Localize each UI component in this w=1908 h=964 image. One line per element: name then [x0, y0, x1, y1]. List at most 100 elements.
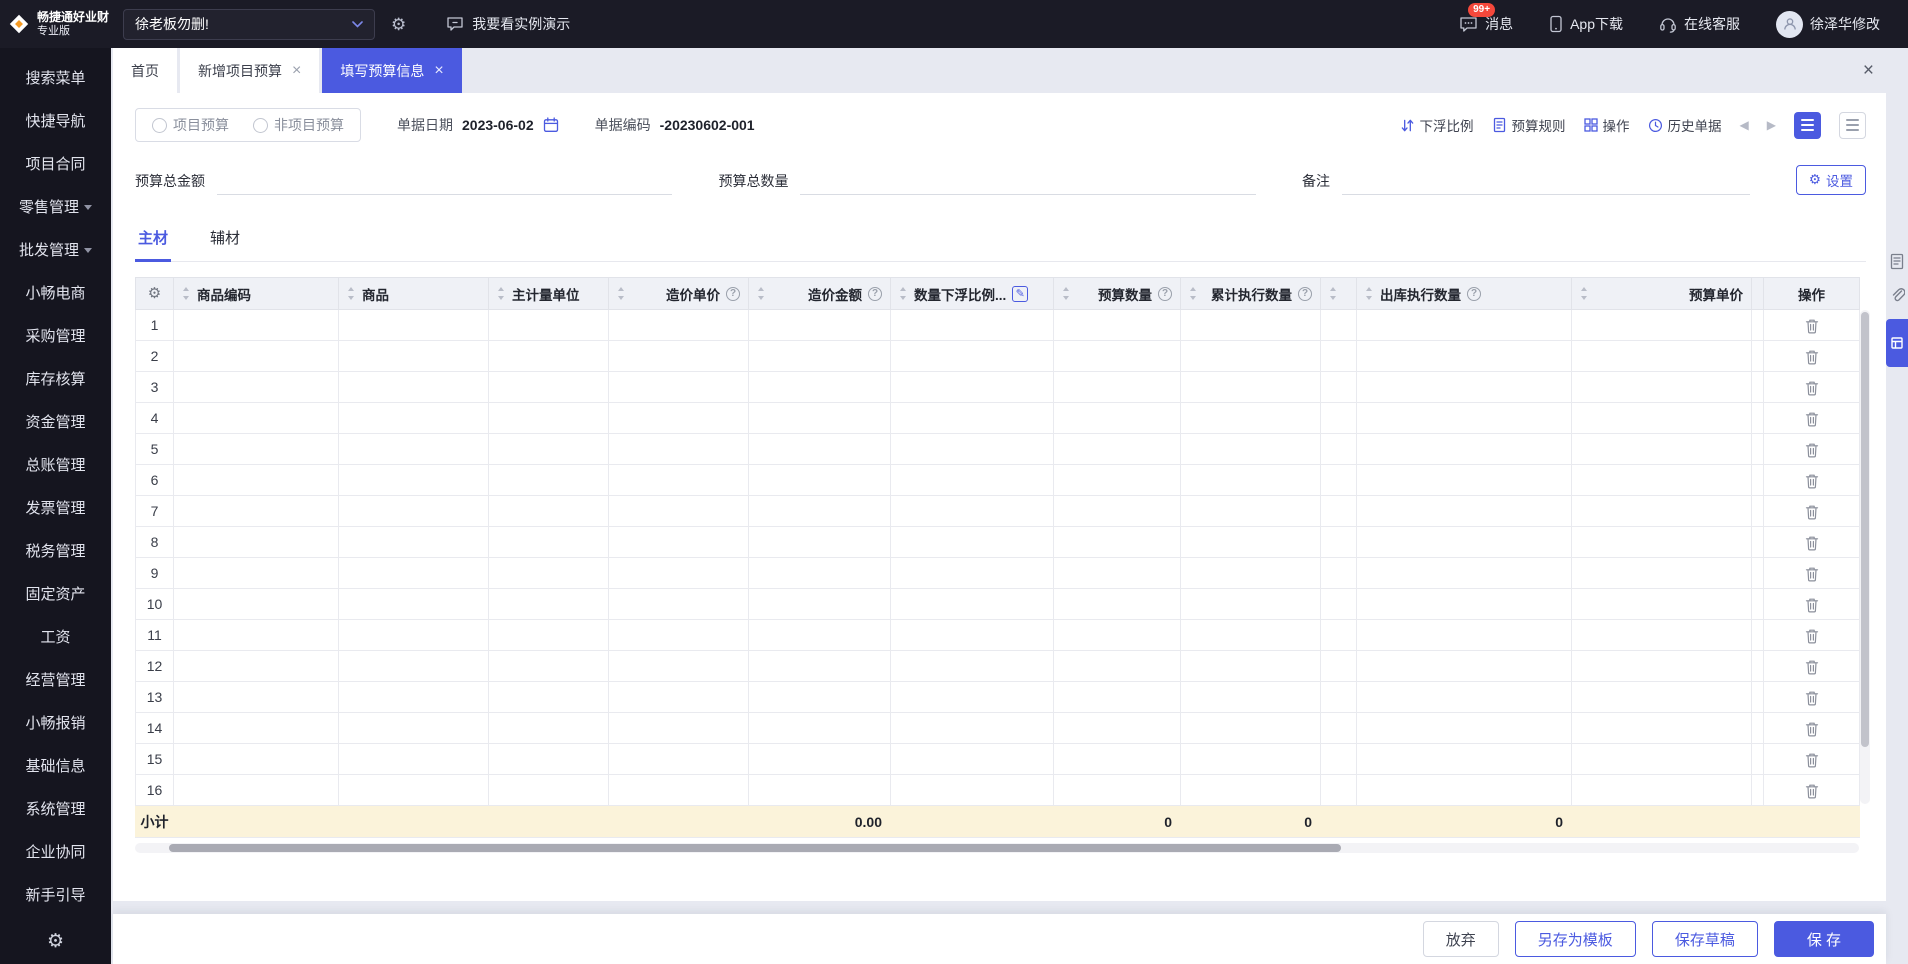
sort-icon[interactable]: [757, 287, 766, 300]
radio-nonproject-budget[interactable]: 非项目预算: [253, 115, 344, 135]
table-cell[interactable]: [173, 433, 339, 465]
table-cell[interactable]: [173, 340, 339, 372]
table-cell[interactable]: [1751, 743, 1764, 775]
table-cell[interactable]: [173, 464, 339, 496]
table-cell[interactable]: [1053, 557, 1181, 589]
table-cell[interactable]: [488, 774, 609, 806]
table-cell[interactable]: [1571, 588, 1752, 620]
table-cell[interactable]: [1751, 681, 1764, 713]
remark-input[interactable]: [1341, 169, 1750, 195]
table-cell[interactable]: [890, 588, 1054, 620]
table-cell[interactable]: [1180, 340, 1321, 372]
sidebar-item[interactable]: 库存核算: [0, 357, 111, 400]
table-cell[interactable]: [1356, 588, 1572, 620]
table-cell[interactable]: [173, 681, 339, 713]
table-cell[interactable]: [1356, 774, 1572, 806]
table-cell[interactable]: [1053, 464, 1181, 496]
document-tab[interactable]: 填写预算信息 ×: [322, 48, 462, 93]
table-cell[interactable]: [173, 309, 339, 341]
table-cell[interactable]: [748, 712, 891, 744]
table-cell[interactable]: [1320, 433, 1357, 465]
document-tab[interactable]: 新增项目预算 ×: [180, 48, 320, 93]
table-cell[interactable]: [1356, 526, 1572, 558]
table-cell[interactable]: [338, 650, 489, 682]
close-all-tabs-icon[interactable]: ×: [1863, 48, 1874, 93]
table-cell[interactable]: [1571, 464, 1752, 496]
float-ratio-button[interactable]: 下浮比例: [1400, 115, 1474, 135]
sort-icon[interactable]: [1189, 287, 1198, 300]
table-cell[interactable]: [338, 402, 489, 434]
material-tab[interactable]: 辅材: [207, 219, 243, 262]
table-cell[interactable]: [338, 557, 489, 589]
table-cell[interactable]: [890, 526, 1054, 558]
delete-row-icon[interactable]: [1805, 783, 1819, 799]
table-cell[interactable]: [1053, 619, 1181, 651]
table-cell[interactable]: [1320, 402, 1357, 434]
table-cell[interactable]: [1053, 402, 1181, 434]
table-cell[interactable]: [1356, 309, 1572, 341]
table-cell[interactable]: [1180, 402, 1321, 434]
table-cell[interactable]: [748, 743, 891, 775]
table-cell[interactable]: [1751, 371, 1764, 403]
sort-icon[interactable]: [182, 287, 191, 300]
table-cell[interactable]: [338, 774, 489, 806]
column-settings-gear-icon[interactable]: ⚙: [148, 286, 161, 301]
table-cell[interactable]: [890, 433, 1054, 465]
table-cell[interactable]: [748, 619, 891, 651]
sidebar-item[interactable]: 项目合同: [0, 142, 111, 185]
sidebar-item[interactable]: 快捷导航: [0, 99, 111, 142]
table-cell[interactable]: [173, 557, 339, 589]
table-cell[interactable]: [1751, 464, 1764, 496]
table-cell[interactable]: [338, 495, 489, 527]
table-cell[interactable]: [1320, 557, 1357, 589]
sidebar-item[interactable]: 资金管理: [0, 400, 111, 443]
column-info-icon[interactable]: ?: [1158, 286, 1172, 301]
table-cell[interactable]: [173, 650, 339, 682]
table-cell[interactable]: [1356, 433, 1572, 465]
delete-row-icon[interactable]: [1805, 473, 1819, 489]
table-cell[interactable]: [338, 743, 489, 775]
table-cell[interactable]: [608, 309, 749, 341]
sidebar-item[interactable]: 小畅电商: [0, 271, 111, 314]
sidebar-item[interactable]: 小畅报销: [0, 701, 111, 744]
table-cell[interactable]: [1180, 743, 1321, 775]
table-cell[interactable]: [1053, 650, 1181, 682]
sort-icon[interactable]: [1580, 287, 1589, 300]
app-download-button[interactable]: App下载: [1549, 14, 1623, 34]
delete-row-icon[interactable]: [1805, 349, 1819, 365]
table-cell[interactable]: [1320, 619, 1357, 651]
table-cell[interactable]: [1053, 526, 1181, 558]
table-cell[interactable]: [1320, 371, 1357, 403]
table-cell[interactable]: [1751, 557, 1764, 589]
delete-row-icon[interactable]: [1805, 690, 1819, 706]
horizontal-scrollbar[interactable]: [135, 843, 1859, 853]
table-cell[interactable]: [748, 371, 891, 403]
table-cell[interactable]: [1320, 340, 1357, 372]
sort-icon[interactable]: [1062, 287, 1071, 300]
online-service-button[interactable]: 在线客服: [1659, 14, 1740, 34]
save-button[interactable]: 保 存: [1773, 921, 1874, 957]
detail-view-button[interactable]: [1839, 111, 1866, 139]
table-cell[interactable]: [488, 712, 609, 744]
table-cell[interactable]: [1571, 340, 1752, 372]
memo-panel-icon[interactable]: [1889, 253, 1905, 270]
table-cell[interactable]: [748, 309, 891, 341]
table-cell[interactable]: [890, 774, 1054, 806]
table-cell[interactable]: [1180, 526, 1321, 558]
table-cell[interactable]: [173, 619, 339, 651]
table-cell[interactable]: [1571, 371, 1752, 403]
table-cell[interactable]: [1751, 526, 1764, 558]
table-cell[interactable]: [1320, 464, 1357, 496]
column-info-icon[interactable]: ?: [868, 286, 882, 301]
demo-link[interactable]: 我要看实例演示: [446, 14, 570, 34]
table-cell[interactable]: [1751, 650, 1764, 682]
table-cell[interactable]: [488, 433, 609, 465]
table-cell[interactable]: [748, 588, 891, 620]
sidebar-item[interactable]: 基础信息: [0, 744, 111, 787]
table-cell[interactable]: [1053, 371, 1181, 403]
table-cell[interactable]: [1571, 619, 1752, 651]
table-cell[interactable]: [1751, 495, 1764, 527]
table-cell[interactable]: [173, 588, 339, 620]
table-cell[interactable]: [1356, 619, 1572, 651]
table-cell[interactable]: [890, 557, 1054, 589]
